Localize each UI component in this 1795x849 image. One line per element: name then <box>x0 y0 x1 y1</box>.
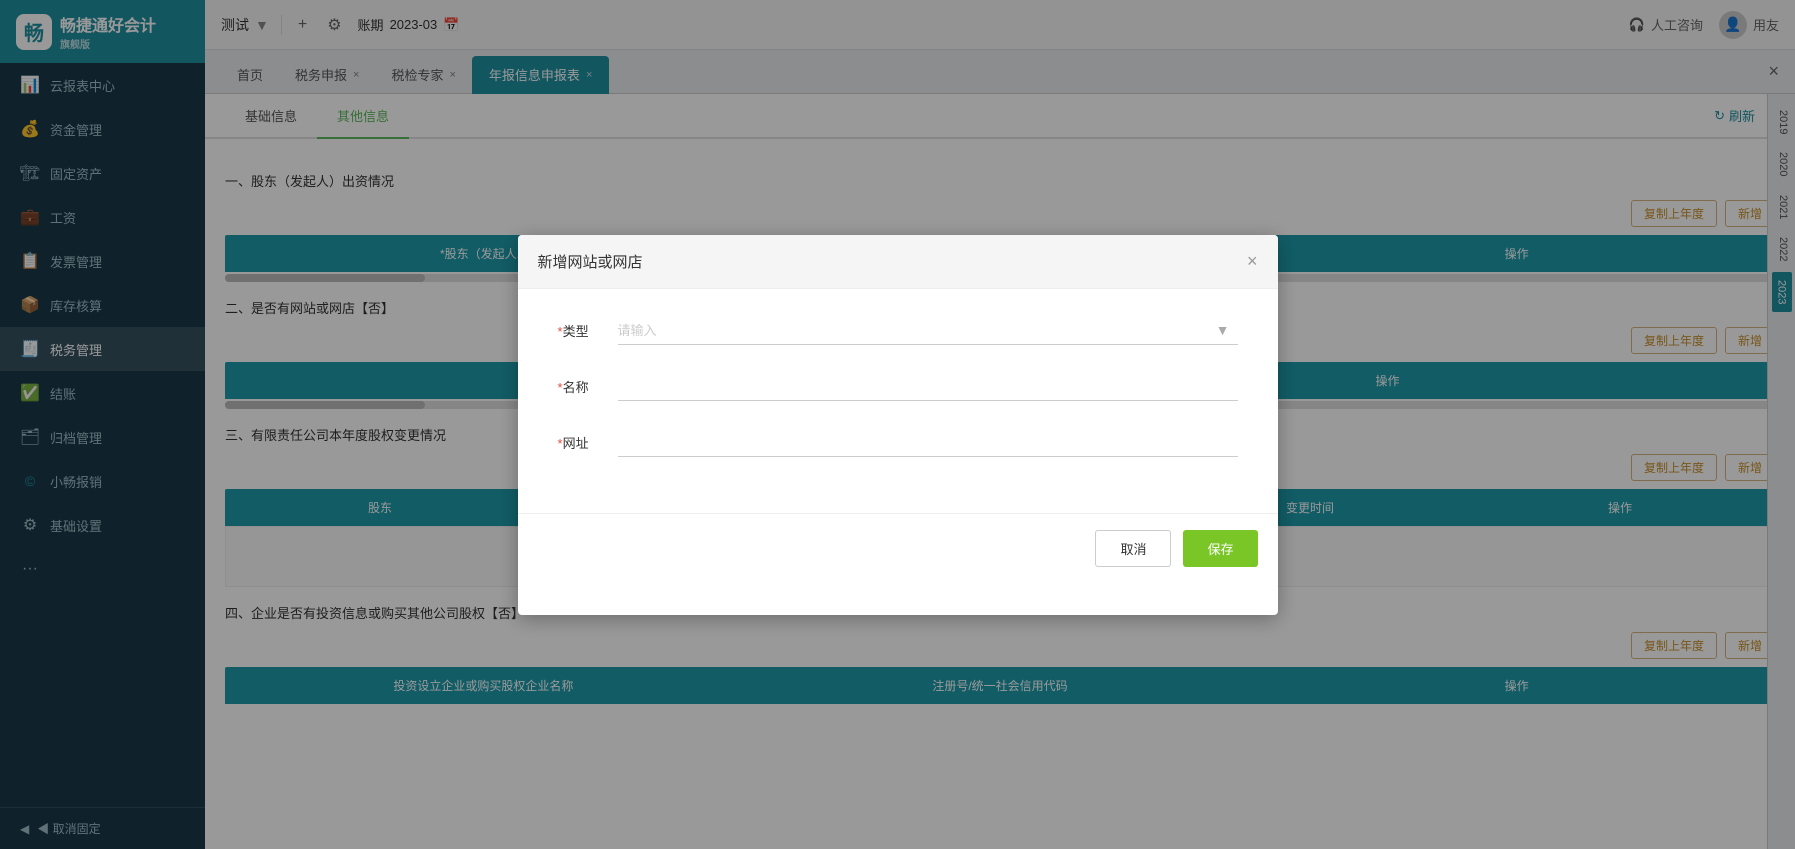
form-type-wrapper: ▼ <box>618 317 1238 345</box>
form-row-url: *网址 <box>558 429 1238 457</box>
name-input[interactable] <box>618 373 1238 400</box>
dialog-close-btn[interactable]: × <box>1247 251 1258 272</box>
dialog-body: *类型 ▼ *名称 *网址 <box>518 289 1278 513</box>
save-button[interactable]: 保存 <box>1183 530 1257 567</box>
dialog-header: 新增网站或网店 × <box>518 235 1278 289</box>
url-input[interactable] <box>618 429 1238 456</box>
form-name-wrapper <box>618 373 1238 401</box>
dialog-title: 新增网站或网店 <box>538 251 643 272</box>
form-label-name: *名称 <box>558 377 618 396</box>
form-label-type: *类型 <box>558 321 618 340</box>
form-url-wrapper <box>618 429 1238 457</box>
form-row-name: *名称 <box>558 373 1238 401</box>
type-input[interactable] <box>618 317 1238 344</box>
dialog-overlay[interactable]: 新增网站或网店 × *类型 ▼ *名称 <box>0 0 1795 849</box>
form-label-url: *网址 <box>558 433 618 452</box>
cancel-button[interactable]: 取消 <box>1095 530 1171 567</box>
dialog-add-website: 新增网站或网店 × *类型 ▼ *名称 <box>518 235 1278 615</box>
form-row-type: *类型 ▼ <box>558 317 1238 345</box>
dialog-footer: 取消 保存 <box>518 513 1278 583</box>
